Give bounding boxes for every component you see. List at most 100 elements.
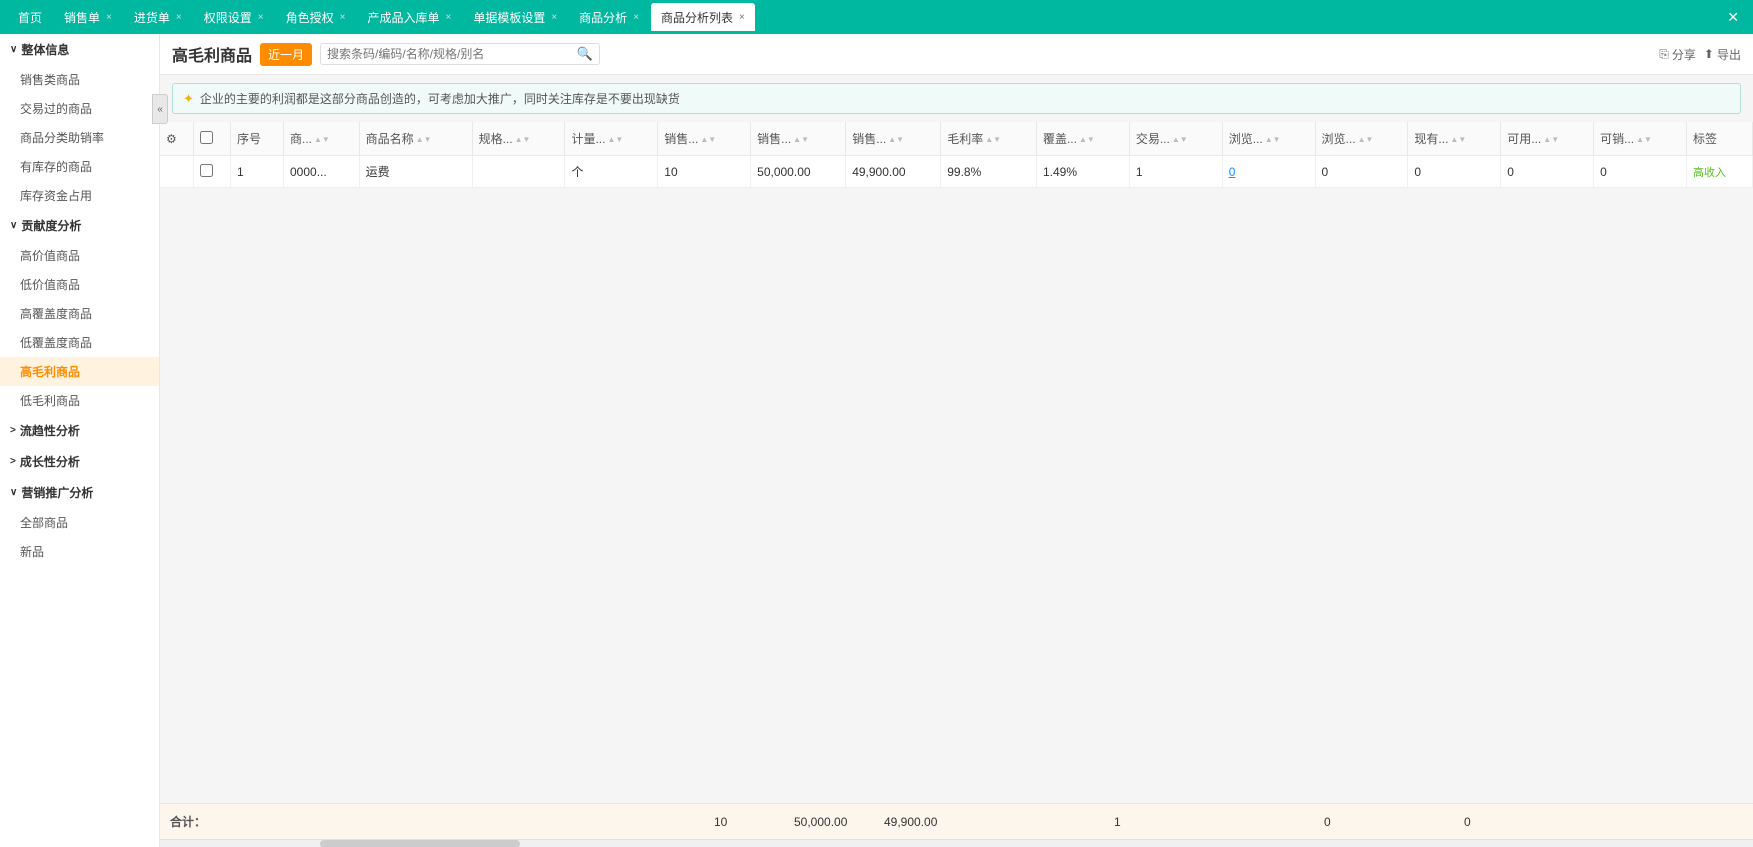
group-arrow-icon: > — [10, 425, 16, 436]
sidebar-collapse-button[interactable]: « — [152, 94, 168, 124]
col-header-stock_current[interactable]: 现有...▲▼ — [1408, 122, 1501, 156]
tab-close-icon[interactable]: × — [739, 12, 745, 23]
select-all-checkbox[interactable] — [200, 131, 213, 144]
info-banner: ✦ 企业的主要的利润都是这部分商品创造的，可考虑加大推广，同时关注库存是不要出现… — [172, 83, 1741, 114]
search-input[interactable] — [327, 47, 577, 61]
settings-icon[interactable]: ⚙ — [166, 132, 177, 146]
col-header-transactions[interactable]: 交易...▲▼ — [1129, 122, 1222, 156]
sidebar-item-高覆盖度商品[interactable]: 高覆盖度商品 — [0, 299, 159, 328]
sort-icon[interactable]: ▲▼ — [1450, 135, 1466, 144]
col-header-unit[interactable]: 计量...▲▼ — [565, 122, 658, 156]
horizontal-scrollbar[interactable] — [160, 839, 1753, 847]
footer-total-cell — [488, 815, 568, 829]
cell-sales_cost: 49,900.00 — [846, 156, 941, 188]
sidebar-group-流趋性分析[interactable]: >流趋性分析 — [0, 415, 159, 446]
row-checkbox[interactable] — [200, 164, 213, 177]
share-button[interactable]: ⎘ 分享 — [1659, 46, 1696, 63]
cell-coverage: 1.49% — [1036, 156, 1129, 188]
col-header-gross_margin[interactable]: 毛利率▲▼ — [941, 122, 1037, 156]
footer-total-cell — [568, 815, 648, 829]
sort-icon[interactable]: ▲▼ — [607, 135, 623, 144]
nav-item-权限设置[interactable]: 权限设置 × — [194, 3, 274, 31]
tab-close-icon[interactable]: × — [340, 12, 346, 23]
footer-total-cell — [648, 815, 708, 829]
sidebar-item-低毛利商品[interactable]: 低毛利商品 — [0, 386, 159, 415]
footer-total-cell: 0 — [1318, 815, 1388, 829]
nav-item-进货单[interactable]: 进货单 × — [124, 3, 192, 31]
sort-icon[interactable]: ▲▼ — [314, 135, 330, 144]
sidebar-item-新品[interactable]: 新品 — [0, 537, 159, 566]
export-button[interactable]: ⬆ 导出 — [1704, 46, 1741, 63]
table-row: 10000...运费个1050,000.0049,900.0099.8%1.49… — [160, 156, 1753, 188]
sort-icon[interactable]: ▲▼ — [515, 135, 531, 144]
footer-total-cell — [424, 815, 456, 829]
nav-item-产成品入库单[interactable]: 产成品入库单 × — [357, 3, 461, 31]
sidebar-item-销售类商品[interactable]: 销售类商品 — [0, 65, 159, 94]
sidebar-item-商品分类助销率[interactable]: 商品分类助销率 — [0, 123, 159, 152]
tab-close-icon[interactable]: × — [176, 12, 182, 23]
info-icon: ✦ — [183, 91, 194, 107]
nav-item-角色授权[interactable]: 角色授权 × — [276, 3, 356, 31]
col-header-spec[interactable]: 规格...▲▼ — [472, 122, 565, 156]
sidebar-item-高价值商品[interactable]: 高价值商品 — [0, 241, 159, 270]
tab-close-icon[interactable]: × — [551, 12, 557, 23]
sort-icon[interactable]: ▲▼ — [985, 135, 1001, 144]
sort-icon[interactable]: ▲▼ — [1172, 135, 1188, 144]
sidebar-item-低覆盖度商品[interactable]: 低覆盖度商品 — [0, 328, 159, 357]
top-navigation: 首页销售单 ×进货单 ×权限设置 ×角色授权 ×产成品入库单 ×单据模板设置 ×… — [0, 0, 1753, 34]
sidebar-item-库存资金占用[interactable]: 库存资金占用 — [0, 181, 159, 210]
sidebar-item-全部商品[interactable]: 全部商品 — [0, 508, 159, 537]
col-header-code[interactable]: 商...▲▼ — [284, 122, 360, 156]
sidebar-group-贡献度分析[interactable]: ∨贡献度分析 — [0, 210, 159, 241]
cell-view1[interactable]: 0 — [1222, 156, 1315, 188]
cell-checkbox[interactable] — [193, 156, 230, 188]
sidebar-group-整体信息[interactable]: ∨整体信息 — [0, 34, 159, 65]
col-header-stock_saleable[interactable]: 可销...▲▼ — [1594, 122, 1687, 156]
col-header-sales_amount[interactable]: 销售...▲▼ — [751, 122, 846, 156]
sort-icon[interactable]: ▲▼ — [1358, 135, 1374, 144]
sidebar-group-成长性分析[interactable]: >成长性分析 — [0, 446, 159, 477]
nav-item-首页[interactable]: 首页 — [8, 3, 52, 31]
col-header-sales_qty[interactable]: 销售...▲▼ — [658, 122, 751, 156]
sidebar-group-营销推广分析[interactable]: ∨营销推广分析 — [0, 477, 159, 508]
nav-item-销售单[interactable]: 销售单 × — [54, 3, 122, 31]
sidebar-item-交易过的商品[interactable]: 交易过的商品 — [0, 94, 159, 123]
sort-icon[interactable]: ▲▼ — [1636, 135, 1652, 144]
cell-stock_available: 0 — [1501, 156, 1594, 188]
sort-icon[interactable]: ▲▼ — [1265, 135, 1281, 144]
view-link[interactable]: 0 — [1229, 165, 1236, 179]
col-header-name[interactable]: 商品名称▲▼ — [359, 122, 472, 156]
data-table-container[interactable]: ⚙序号商...▲▼商品名称▲▼规格...▲▼计量...▲▼销售...▲▼销售..… — [160, 122, 1753, 803]
close-all-tabs[interactable]: ✕ — [1721, 9, 1745, 26]
sort-icon[interactable]: ▲▼ — [416, 135, 432, 144]
nav-item-单据模板设置[interactable]: 单据模板设置 × — [463, 3, 567, 31]
group-arrow-icon: ∨ — [10, 487, 17, 498]
nav-item-商品分析[interactable]: 商品分析 × — [569, 3, 649, 31]
sidebar-item-低价值商品[interactable]: 低价值商品 — [0, 270, 159, 299]
sort-icon[interactable]: ▲▼ — [1079, 135, 1095, 144]
sort-icon[interactable]: ▲▼ — [700, 135, 716, 144]
col-header-sales_cost[interactable]: 销售...▲▼ — [846, 122, 941, 156]
sort-icon[interactable]: ▲▼ — [793, 135, 809, 144]
nav-item-商品分析列表[interactable]: 商品分析列表 × — [651, 3, 755, 31]
col-header-coverage[interactable]: 覆盖...▲▼ — [1036, 122, 1129, 156]
sort-icon[interactable]: ▲▼ — [888, 135, 904, 144]
sidebar-item-高毛利商品[interactable]: 高毛利商品 — [0, 357, 159, 386]
cell-gross_margin: 99.8% — [941, 156, 1037, 188]
col-header-view2[interactable]: 浏览...▲▼ — [1315, 122, 1408, 156]
sort-icon[interactable]: ▲▼ — [1543, 135, 1559, 144]
col-header-stock_available[interactable]: 可用...▲▼ — [1501, 122, 1594, 156]
cell-spec — [472, 156, 565, 188]
tab-close-icon[interactable]: × — [633, 12, 639, 23]
search-icon[interactable]: 🔍 — [577, 46, 593, 62]
sidebar-item-有库存的商品[interactable]: 有库存的商品 — [0, 152, 159, 181]
tab-close-icon[interactable]: × — [106, 12, 112, 23]
footer-total-cell: 50,000.00 — [788, 815, 878, 829]
footer-total-cell — [1178, 815, 1248, 829]
tab-close-icon[interactable]: × — [258, 12, 264, 23]
sidebar: ∨整体信息销售类商品交易过的商品商品分类助销率有库存的商品库存资金占用∨贡献度分… — [0, 34, 160, 847]
col-header-view1[interactable]: 浏览...▲▼ — [1222, 122, 1315, 156]
tab-close-icon[interactable]: × — [445, 12, 451, 23]
filter-recent-month-button[interactable]: 近一月 — [260, 43, 312, 66]
scrollbar-thumb[interactable] — [320, 840, 520, 847]
